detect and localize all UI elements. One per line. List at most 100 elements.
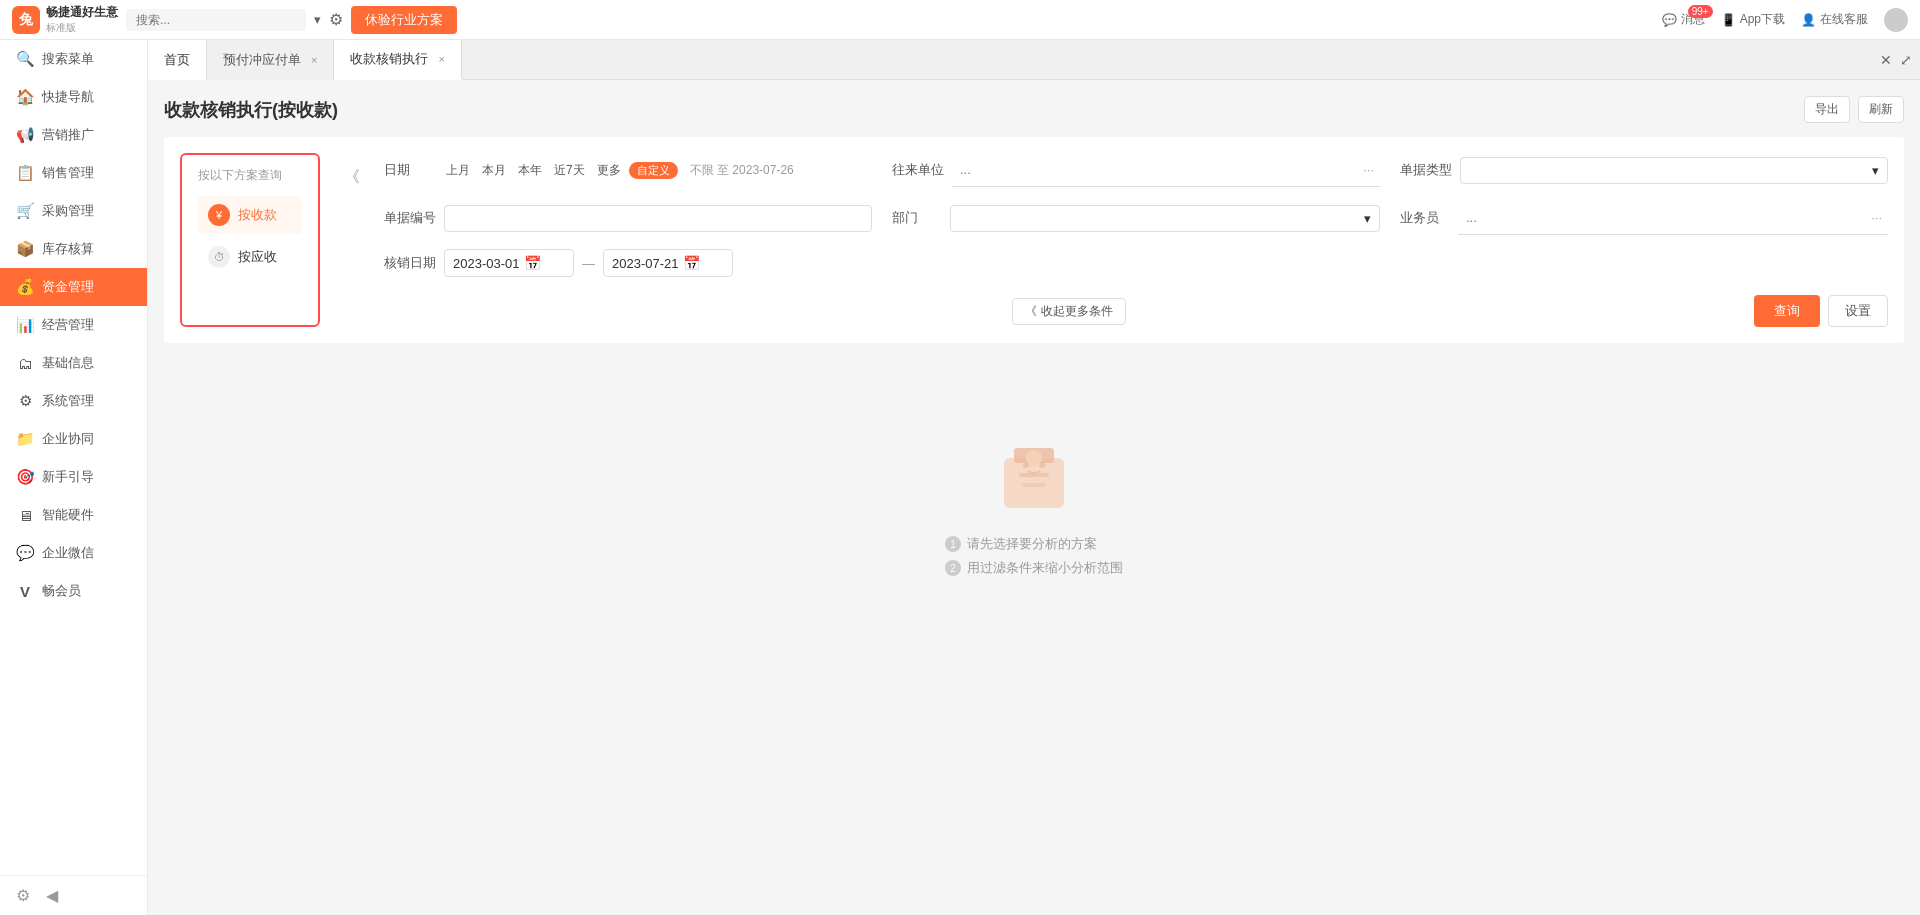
writeoff-date-end[interactable]: 2023-07-21 📅 <box>603 249 733 277</box>
writeoff-date-start[interactable]: 2023-03-01 📅 <box>444 249 574 277</box>
filter-group-writeoff-date: 核销日期 2023-03-01 📅 — 2023-07-21 📅 <box>384 249 1888 277</box>
date-range-display: 不限 至 2023-07-26 <box>690 162 794 179</box>
filter-actions: 《 收起更多条件 查询 设置 <box>384 291 1888 327</box>
voucher-no-input[interactable] <box>444 205 872 232</box>
page-actions: 导出 刷新 <box>1804 96 1904 123</box>
date-shortcut-this-month[interactable]: 本月 <box>478 160 510 181</box>
sidebar-item-enterprise[interactable]: 📁 企业协同 <box>0 420 147 458</box>
sidebar-item-purchase[interactable]: 🛒 采购管理 <box>0 192 147 230</box>
sidebar-label-purchase: 采购管理 <box>42 202 94 220</box>
date-custom-badge[interactable]: 自定义 <box>629 162 678 179</box>
writeoff-start-cal-icon: 📅 <box>524 255 541 271</box>
tab-prepay[interactable]: 预付冲应付单 × <box>207 40 334 80</box>
tab-fullscreen-icon[interactable]: ⤢ <box>1900 52 1912 68</box>
sidebar-item-vip[interactable]: V 畅会员 <box>0 572 147 610</box>
empty-tip-1: 1 请先选择要分析的方案 <box>945 535 1123 553</box>
app-name: 畅捷通好生意 <box>46 4 118 21</box>
app-download-item[interactable]: 📱 App下载 <box>1721 11 1785 28</box>
sidebar-item-hardware[interactable]: 🖥 智能硬件 <box>0 496 147 534</box>
collapse-more-btn[interactable]: 《 收起更多条件 <box>1012 298 1126 325</box>
filter-option-receipt[interactable]: ¥ 按收款 <box>198 196 302 234</box>
collapse-left-btn[interactable]: 《 <box>336 167 368 188</box>
guide-icon: 🎯 <box>16 468 34 486</box>
vip-icon: V <box>16 583 34 600</box>
counterparty-input[interactable] <box>952 157 1357 182</box>
date-label: 日期 <box>384 161 434 179</box>
sidebar-item-sales[interactable]: 📋 销售管理 <box>0 154 147 192</box>
salesperson-input[interactable] <box>1458 205 1865 230</box>
sidebar-item-basic-info[interactable]: 🗂 基础信息 <box>0 344 147 382</box>
tab-close-all-icon[interactable]: ✕ <box>1880 52 1892 68</box>
tab-collection-close[interactable]: × <box>438 53 444 65</box>
top-header: 兔 畅捷通好生意 标准版 ▾ ⚙ 休验行业方案 💬 消息 99+ 📱 App下载… <box>0 0 1920 40</box>
sidebar-label-hardware: 智能硬件 <box>42 506 94 524</box>
filter-left-panel: 按以下方案查询 ¥ 按收款 ⏱ 按应收 <box>180 153 320 327</box>
sidebar-collapse-icon[interactable]: ◀ <box>46 886 58 905</box>
header-search-input[interactable] <box>126 9 306 31</box>
search-menu-icon: 🔍 <box>16 50 34 68</box>
counterparty-more-icon[interactable]: ··· <box>1357 162 1380 177</box>
filter-row-3: 核销日期 2023-03-01 📅 — 2023-07-21 📅 <box>384 249 1888 277</box>
filter-option-payable-label: 按应收 <box>238 248 277 266</box>
tab-prepay-close[interactable]: × <box>311 54 317 66</box>
department-select[interactable]: ▾ <box>950 205 1380 232</box>
header-gear-icon[interactable]: ⚙ <box>329 10 343 29</box>
tip-num-1: 1 <box>945 536 961 552</box>
voucher-type-dropdown-icon: ▾ <box>1872 163 1879 178</box>
export-btn[interactable]: 导出 <box>1804 96 1850 123</box>
header-dropdown-icon[interactable]: ▾ <box>314 12 321 27</box>
sidebar-label-quick-nav: 快捷导航 <box>42 88 94 106</box>
empty-tips: 1 请先选择要分析的方案 2 用过滤条件来缩小分析范围 <box>945 535 1123 577</box>
tip-text-2: 用过滤条件来缩小分析范围 <box>967 559 1123 577</box>
date-shortcut-this-year[interactable]: 本年 <box>514 160 546 181</box>
query-btn[interactable]: 查询 <box>1754 295 1820 327</box>
date-shortcut-7days[interactable]: 近7天 <box>550 160 589 181</box>
settings-btn[interactable]: 设置 <box>1828 295 1888 327</box>
sidebar-item-quick-nav[interactable]: 🏠 快捷导航 <box>0 78 147 116</box>
svg-rect-4 <box>1022 483 1046 487</box>
filter-row-1: 日期 上月 本月 本年 近7天 更多 自定义 不限 至 2023-07-26 <box>384 153 1888 187</box>
date-shortcut-more[interactable]: 更多 <box>593 160 625 181</box>
tab-home[interactable]: 首页 <box>148 40 207 80</box>
notification-item[interactable]: 💬 消息 99+ <box>1662 11 1705 28</box>
refresh-btn[interactable]: 刷新 <box>1858 96 1904 123</box>
filter-panel-title: 按以下方案查询 <box>198 167 302 184</box>
industry-btn[interactable]: 休验行业方案 <box>351 6 457 34</box>
filter-option-payable[interactable]: ⏱ 按应收 <box>198 238 302 276</box>
salesperson-label: 业务员 <box>1400 209 1450 227</box>
sidebar-item-business[interactable]: 📊 经营管理 <box>0 306 147 344</box>
sidebar-item-guide[interactable]: 🎯 新手引导 <box>0 458 147 496</box>
sidebar-item-marketing[interactable]: 📢 营销推广 <box>0 116 147 154</box>
finance-icon: 💰 <box>16 278 34 296</box>
filter-panel: 按以下方案查询 ¥ 按收款 ⏱ 按应收 《 <box>164 137 1904 343</box>
sidebar-item-wechat[interactable]: 💬 企业微信 <box>0 534 147 572</box>
voucher-type-select[interactable]: ▾ <box>1460 157 1888 184</box>
user-item[interactable] <box>1884 8 1908 32</box>
sidebar-label-search-menu: 搜索菜单 <box>42 50 94 68</box>
svg-point-6 <box>1039 462 1045 468</box>
payable-icon: ⏱ <box>208 246 230 268</box>
page-title-bar: 收款核销执行(按收款) 导出 刷新 <box>164 96 1904 123</box>
sidebar-item-search-menu[interactable]: 🔍 搜索菜单 <box>0 40 147 78</box>
counterparty-label: 往来单位 <box>892 161 944 179</box>
filter-group-voucher-no: 单据编号 <box>384 205 872 232</box>
purchase-icon: 🛒 <box>16 202 34 220</box>
sidebar-label-system: 系统管理 <box>42 392 94 410</box>
online-service-item[interactable]: 👤 在线客服 <box>1801 11 1868 28</box>
filter-row-2: 单据编号 部门 ▾ 业务员 <box>384 201 1888 235</box>
date-shortcut-last-month[interactable]: 上月 <box>442 160 474 181</box>
filter-buttons: 《 收起更多条件 <box>1012 298 1126 325</box>
empty-tip-2: 2 用过滤条件来缩小分析范围 <box>945 559 1123 577</box>
wechat-icon: 💬 <box>16 544 34 562</box>
sidebar-item-inventory[interactable]: 📦 库存核算 <box>0 230 147 268</box>
notification-count: 99+ <box>1688 5 1713 18</box>
sidebar-item-finance[interactable]: 💰 资金管理 <box>0 268 147 306</box>
tip-num-2: 2 <box>945 560 961 576</box>
sidebar-item-system[interactable]: ⚙ 系统管理 <box>0 382 147 420</box>
salesperson-more-icon[interactable]: ··· <box>1865 210 1888 225</box>
tab-collection[interactable]: 收款核销执行 × <box>334 40 461 80</box>
marketing-icon: 📢 <box>16 126 34 144</box>
tab-collection-label: 收款核销执行 <box>350 50 428 68</box>
filter-group-counterparty: 往来单位 ··· <box>892 153 1380 187</box>
sidebar-settings-icon[interactable]: ⚙ <box>16 886 30 905</box>
